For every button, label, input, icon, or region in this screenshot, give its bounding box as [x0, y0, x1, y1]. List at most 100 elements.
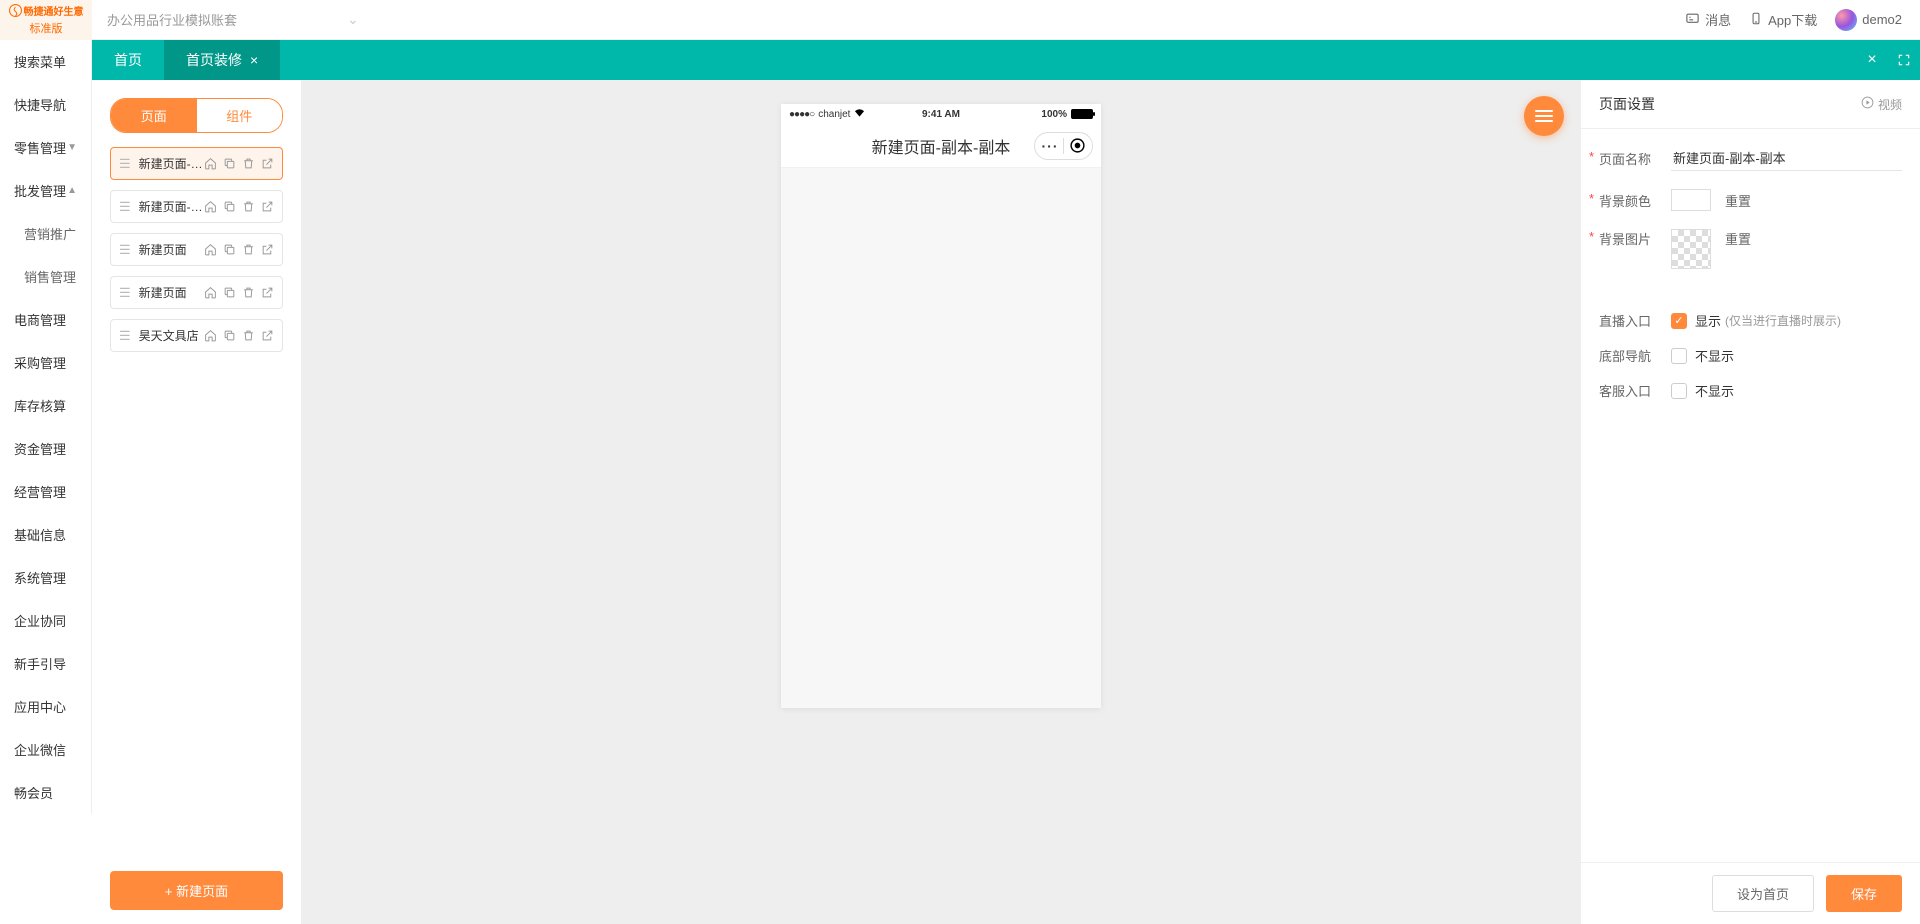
share-icon[interactable] — [261, 200, 274, 213]
bg-image-reset[interactable]: 重置 — [1725, 229, 1751, 248]
page-title-bar: 新建页面-副本-副本 ··· — [781, 124, 1101, 168]
new-page-button[interactable]: + 新建页面 — [110, 871, 283, 910]
home-icon[interactable] — [204, 286, 217, 299]
drag-handle-icon[interactable]: ☰ — [119, 156, 131, 172]
bg-color-label: 背景颜色 — [1599, 191, 1671, 210]
video-tutorial-link[interactable]: 视频 — [1861, 96, 1902, 113]
sidebar-item[interactable]: 零售管理▼ — [0, 126, 91, 169]
home-icon[interactable] — [204, 243, 217, 256]
avatar — [1835, 9, 1857, 31]
sidebar-item[interactable]: 库存核算 — [0, 384, 91, 427]
status-time: 9:41 AM — [781, 109, 1101, 120]
drag-handle-icon[interactable]: ☰ — [119, 199, 131, 215]
delete-icon[interactable] — [242, 329, 255, 342]
sidebar-item[interactable]: 新手引导 — [0, 642, 91, 685]
save-button[interactable]: 保存 — [1826, 875, 1902, 912]
page-title: 新建页面-副本-副本 — [872, 134, 1011, 158]
share-icon[interactable] — [261, 157, 274, 170]
bg-color-swatch[interactable] — [1671, 189, 1711, 211]
copy-icon[interactable] — [223, 200, 236, 213]
menu-fab[interactable] — [1524, 96, 1564, 136]
service-entry-checkbox[interactable] — [1671, 383, 1687, 399]
segment-components[interactable]: 组件 — [197, 99, 283, 132]
main-area: 页面 组件 ☰ 新建页面-副本-... ☰新建页面-副本 ☰新建页面 ☰新建页面 ☰昊天文… — [92, 80, 1920, 924]
phone-preview: ●●●●○ chanjet 9:41 AM 100% 新建页面-副本-副本 ··… — [781, 104, 1101, 708]
live-entry-checkbox[interactable]: ✓ — [1671, 313, 1687, 329]
page-list-item[interactable]: ☰ 新建页面-副本-... — [110, 147, 283, 180]
phone-body[interactable] — [781, 168, 1101, 708]
page-list-item[interactable]: ☰新建页面-副本 — [110, 190, 283, 223]
segment-pages[interactable]: 页面 — [111, 99, 197, 132]
sidebar-subitem[interactable]: 营销推广 — [0, 212, 91, 255]
page-list-item[interactable]: ☰新建页面 — [110, 233, 283, 266]
target-icon[interactable] — [1064, 135, 1090, 157]
drag-handle-icon[interactable]: ☰ — [119, 242, 131, 258]
share-icon[interactable] — [261, 243, 274, 256]
sidebar-item[interactable]: 系统管理 — [0, 556, 91, 599]
sidebar-subitem[interactable]: 销售管理 — [0, 255, 91, 298]
sidebar-item[interactable]: 采购管理 — [0, 341, 91, 384]
live-entry-text: 显示 — [1695, 311, 1721, 330]
service-entry-label: 客服入口 — [1599, 381, 1671, 400]
messages-link[interactable]: 消息 — [1685, 10, 1731, 29]
delete-icon[interactable] — [242, 243, 255, 256]
page-item-name: 新建页面-副本-... — [139, 155, 204, 172]
share-icon[interactable] — [261, 286, 274, 299]
copy-icon[interactable] — [223, 286, 236, 299]
drag-handle-icon[interactable]: ☰ — [119, 328, 131, 344]
logo[interactable]: 畅捷通好生意 标准版 — [0, 0, 92, 40]
bottom-nav-checkbox[interactable] — [1671, 348, 1687, 364]
delete-icon[interactable] — [242, 286, 255, 299]
fullscreen-icon[interactable] — [1888, 40, 1920, 80]
app-download-link[interactable]: App下载 — [1749, 10, 1817, 29]
bg-image-swatch[interactable] — [1671, 229, 1711, 269]
drag-handle-icon[interactable]: ☰ — [119, 285, 131, 301]
sidebar-item[interactable]: 电商管理 — [0, 298, 91, 341]
sidebar-item[interactable]: 快捷导航 — [0, 83, 91, 126]
page-list-item[interactable]: ☰新建页面 — [110, 276, 283, 309]
chevron-icon: ▲ — [67, 185, 77, 196]
bottom-nav-label: 底部导航 — [1599, 346, 1671, 365]
account-name: 办公用品行业模拟账套 — [107, 10, 237, 29]
sidebar-item[interactable]: 应用中心 — [0, 685, 91, 728]
tabs-bar: 首页 首页装修 × × — [0, 40, 1920, 80]
play-icon — [1861, 96, 1874, 112]
share-icon[interactable] — [261, 329, 274, 342]
set-as-home-button[interactable]: 设为首页 — [1712, 875, 1814, 912]
home-icon[interactable] — [204, 329, 217, 342]
page-name-input[interactable] — [1671, 145, 1902, 171]
close-tab-icon[interactable]: × — [250, 53, 258, 67]
copy-icon[interactable] — [223, 329, 236, 342]
battery-icon — [1071, 109, 1093, 119]
settings-panel: 页面设置 视频 页面名称 背景颜色 重置 背景图片 重置 — [1580, 80, 1920, 924]
canvas[interactable]: ●●●●○ chanjet 9:41 AM 100% 新建页面-副本-副本 ··… — [302, 80, 1580, 924]
account-selector[interactable]: 办公用品行业模拟账套 ⌄ — [107, 10, 359, 29]
mini-program-capsule: ··· — [1034, 132, 1093, 160]
close-all-tabs-icon[interactable]: × — [1856, 40, 1888, 80]
status-bar: ●●●●○ chanjet 9:41 AM 100% — [781, 104, 1101, 124]
settings-title: 页面设置 — [1599, 94, 1655, 114]
sidebar-item[interactable]: 批发管理▲ — [0, 169, 91, 212]
bg-color-reset[interactable]: 重置 — [1725, 191, 1751, 210]
more-icon[interactable]: ··· — [1037, 135, 1063, 157]
home-icon[interactable] — [204, 200, 217, 213]
sidebar-item[interactable]: 基础信息 — [0, 513, 91, 556]
sidebar-item[interactable]: 搜索菜单 — [0, 40, 91, 83]
copy-icon[interactable] — [223, 243, 236, 256]
tab-home-decoration[interactable]: 首页装修 × — [164, 40, 280, 80]
sidebar-item[interactable]: 企业微信 — [0, 728, 91, 771]
tab-home[interactable]: 首页 — [92, 40, 164, 80]
delete-icon[interactable] — [242, 200, 255, 213]
page-list: ☰ 新建页面-副本-... ☰新建页面-副本 ☰新建页面 ☰新建页面 ☰昊天文具店 — [110, 147, 283, 864]
home-icon[interactable] — [204, 157, 217, 170]
page-list-panel: 页面 组件 ☰ 新建页面-副本-... ☰新建页面-副本 ☰新建页面 ☰新建页面 ☰昊天文… — [92, 80, 302, 924]
page-list-item[interactable]: ☰昊天文具店 — [110, 319, 283, 352]
sidebar-item[interactable]: 经营管理 — [0, 470, 91, 513]
user-menu[interactable]: demo2 — [1835, 9, 1902, 31]
sidebar-item[interactable]: 资金管理 — [0, 427, 91, 470]
sidebar-item[interactable]: 企业协同 — [0, 599, 91, 642]
copy-icon[interactable] — [223, 157, 236, 170]
delete-icon[interactable] — [242, 157, 255, 170]
sidebar-item[interactable]: 畅会员 — [0, 771, 91, 814]
sidebar: 搜索菜单快捷导航零售管理▼批发管理▲营销推广销售管理电商管理采购管理库存核算资金… — [0, 40, 92, 924]
